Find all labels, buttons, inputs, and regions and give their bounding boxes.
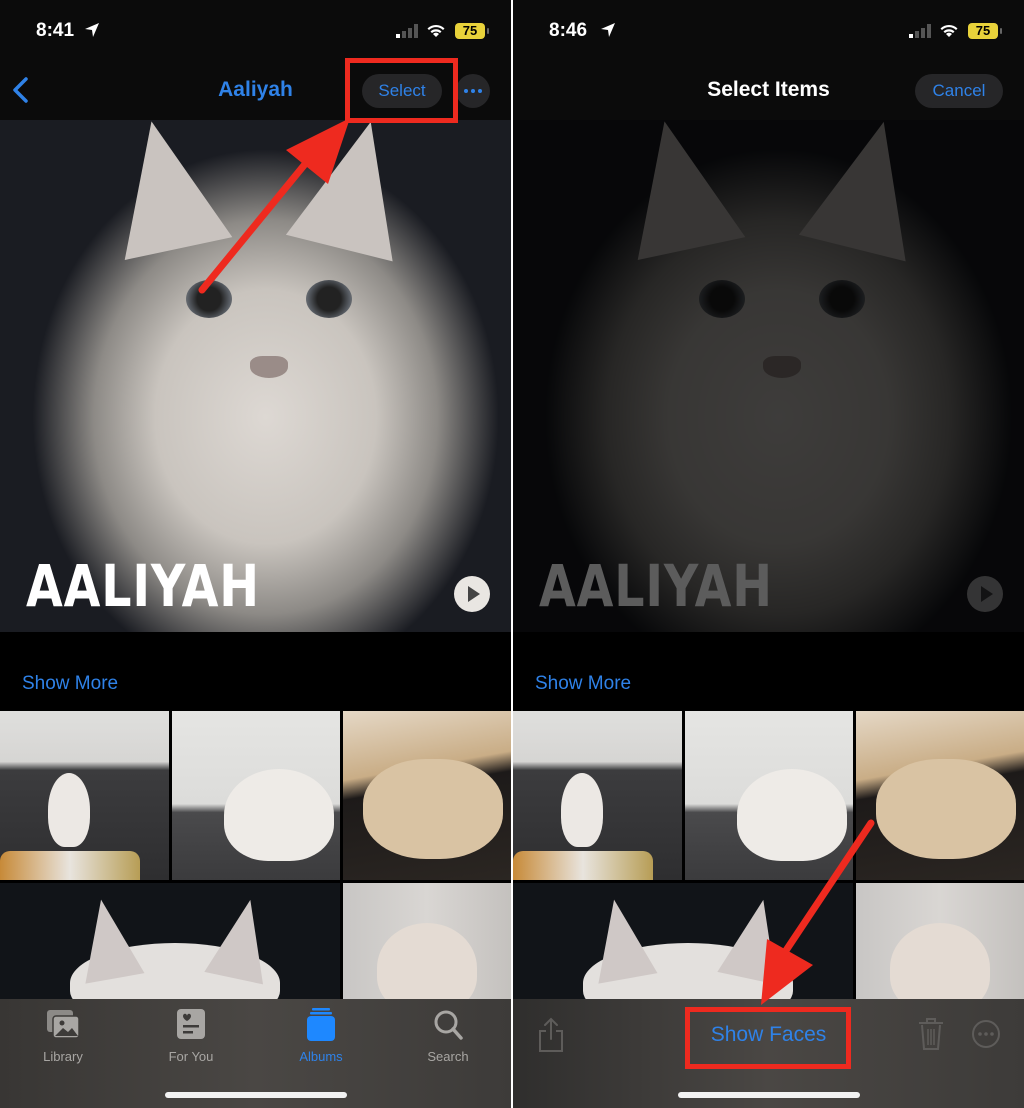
cat-figure xyxy=(48,773,90,847)
wifi-icon xyxy=(940,24,958,37)
cat-figure xyxy=(224,769,334,861)
photo-grid xyxy=(513,711,1024,1001)
cat-figure xyxy=(377,923,477,1001)
location-arrow-icon xyxy=(85,23,99,37)
navigation-bar: Select Items Cancel xyxy=(513,60,1024,120)
cat-nose xyxy=(250,356,288,378)
tab-library[interactable]: Library xyxy=(8,1007,118,1069)
photo-stack-icon xyxy=(47,1010,80,1039)
show-more-link[interactable]: Show More xyxy=(22,673,118,695)
photo-thumbnail[interactable] xyxy=(343,711,511,880)
select-button[interactable]: Select xyxy=(362,74,442,108)
cat-figure xyxy=(363,759,503,859)
more-dot-icon xyxy=(471,89,475,93)
hero-title: AALIYAH xyxy=(539,552,773,620)
photo-thumbnail[interactable] xyxy=(172,711,340,880)
status-bar: 8:41 75 xyxy=(0,0,511,60)
hero-photo[interactable]: AALIYAH xyxy=(0,120,511,632)
photo-thumbnail[interactable] xyxy=(685,711,853,880)
left-screen: 8:41 75 Aaliyah Select AALIYAH Show More xyxy=(0,0,511,1108)
tab-label: For You xyxy=(168,1049,214,1064)
hero-title: AALIYAH xyxy=(26,552,260,620)
cat-figure xyxy=(561,773,603,847)
play-button xyxy=(967,576,1003,612)
tab-for-you[interactable]: For You xyxy=(136,1007,246,1069)
cat-ear xyxy=(798,120,938,262)
home-indicator[interactable] xyxy=(678,1092,860,1098)
cat-ear xyxy=(97,120,233,261)
cat-ear xyxy=(610,120,746,261)
cellular-signal-icon xyxy=(909,24,931,38)
cat-ear xyxy=(285,120,425,262)
selection-toolbar: Show Faces xyxy=(513,999,1024,1108)
photo-thumbnail[interactable] xyxy=(856,711,1024,880)
albums-stack-icon xyxy=(307,1008,335,1041)
magnifier-icon xyxy=(434,1010,463,1040)
photo-thumbnail[interactable] xyxy=(0,711,169,880)
memories-card-icon xyxy=(177,1009,205,1039)
show-more-link[interactable]: Show More xyxy=(535,673,631,695)
cat-ear xyxy=(584,894,658,984)
cat-eye xyxy=(306,280,352,318)
photo-thumbnail[interactable] xyxy=(343,883,511,1001)
more-dot-icon xyxy=(478,89,482,93)
tab-label: Search xyxy=(427,1049,469,1064)
photo-grid xyxy=(0,711,511,1001)
navigation-bar: Aaliyah Select xyxy=(0,60,511,120)
cat-eye xyxy=(819,280,865,318)
photo-thumbnail[interactable] xyxy=(513,883,853,1001)
cat-figure xyxy=(876,759,1016,859)
cat-ear xyxy=(71,894,145,984)
status-time: 8:46 xyxy=(549,20,588,41)
cat-nose xyxy=(763,356,801,378)
right-screen: 8:46 75 Select Items Cancel AALIYAH Show… xyxy=(513,0,1024,1108)
more-options-button[interactable] xyxy=(456,74,490,108)
home-indicator[interactable] xyxy=(165,1092,347,1098)
tab-search[interactable]: Search xyxy=(393,1007,503,1069)
photo-thumbnail[interactable] xyxy=(513,711,682,880)
cat-figure xyxy=(890,923,990,1001)
location-arrow-icon xyxy=(601,23,615,37)
trash-icon[interactable] xyxy=(917,1017,945,1051)
battery-indicator: 75 xyxy=(968,23,1002,39)
tab-label: Albums xyxy=(299,1049,343,1064)
more-dot-icon xyxy=(464,89,468,93)
more-circle-icon[interactable] xyxy=(971,1019,1001,1049)
tab-bar: Library For You Albums Search xyxy=(0,999,511,1108)
play-button[interactable] xyxy=(454,576,490,612)
food-plate xyxy=(513,851,653,880)
status-time: 8:41 xyxy=(36,20,75,41)
show-faces-button[interactable]: Show Faces xyxy=(513,1023,1024,1047)
cellular-signal-icon xyxy=(396,24,418,38)
tab-label: Library xyxy=(43,1049,83,1064)
food-plate xyxy=(0,851,140,880)
hero-photo: AALIYAH xyxy=(513,120,1024,632)
tab-albums[interactable]: Albums xyxy=(266,1007,376,1069)
battery-indicator: 75 xyxy=(455,23,489,39)
cancel-button[interactable]: Cancel xyxy=(915,74,1003,108)
cat-eye xyxy=(699,280,745,318)
photo-thumbnail[interactable] xyxy=(856,883,1024,1001)
cat-figure xyxy=(737,769,847,861)
wifi-icon xyxy=(427,24,445,37)
status-bar: 8:46 75 xyxy=(513,0,1024,60)
cat-eye xyxy=(186,280,232,318)
photo-thumbnail[interactable] xyxy=(0,883,340,1001)
